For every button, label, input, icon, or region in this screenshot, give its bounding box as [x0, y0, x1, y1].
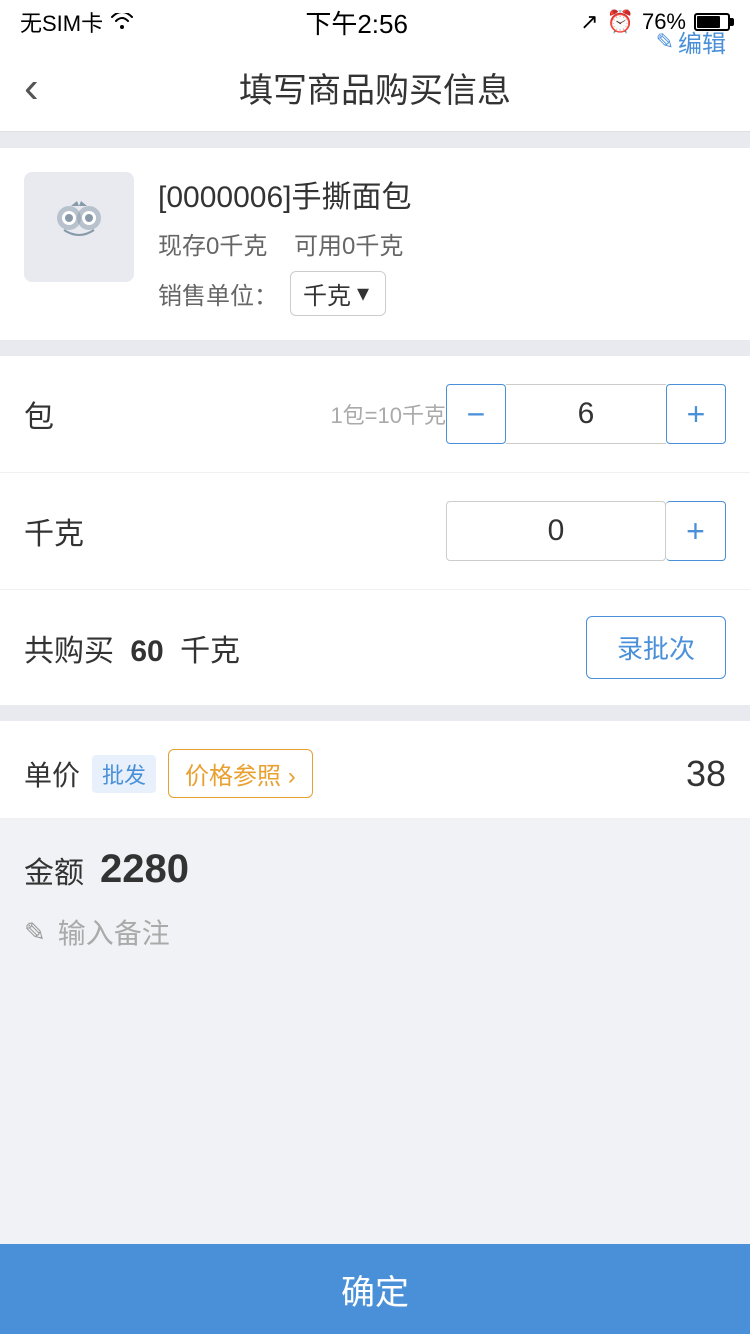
package-input-row: 包 1包=10千克 − + — [0, 356, 750, 473]
confirm-bar[interactable]: 确定 — [0, 1244, 750, 1334]
top-divider — [0, 132, 750, 148]
product-stock: 现存0千克 可用0千克 — [158, 226, 726, 261]
kg-quantity-control: + — [446, 501, 726, 561]
kg-label: 千克 — [24, 518, 84, 551]
amount-row: 金额 2280 — [24, 847, 726, 892]
product-card: [0000006]手撕面包 现存0千克 可用0千克 销售单位： 千克 ▾ ✎ 编… — [0, 148, 750, 340]
back-button[interactable]: ‹ — [24, 63, 39, 113]
remark-placeholder: 输入备注 — [58, 912, 170, 952]
status-carrier: 无SIM卡 — [20, 6, 133, 38]
page-title: 填写商品购买信息 — [239, 63, 511, 112]
unit-value: 千克 — [303, 276, 351, 311]
amount-label: 金额 — [24, 848, 84, 892]
package-plus-button[interactable]: + — [666, 384, 726, 444]
wifi-icon — [111, 9, 133, 35]
package-sublabel: 1包=10千克 — [330, 398, 446, 430]
kg-qty-input[interactable] — [446, 501, 666, 561]
product-unit-row: 销售单位： 千克 ▾ — [158, 271, 726, 316]
package-label: 包 — [24, 392, 314, 436]
price-label-text: 单价 — [24, 754, 80, 794]
price-label-group: 单价 批发 价格参照 › — [24, 749, 313, 798]
package-qty-input[interactable] — [506, 384, 666, 444]
package-minus-button[interactable]: − — [446, 384, 506, 444]
total-row: 共购买 60 千克 录批次 — [0, 590, 750, 705]
product-info: [0000006]手撕面包 现存0千克 可用0千克 销售单位： 千克 ▾ — [158, 172, 726, 316]
empty-space — [0, 972, 750, 1272]
edit-label: 编辑 — [678, 24, 726, 59]
pencil-icon: ✎ — [24, 917, 46, 948]
price-row: 单价 批发 价格参照 › 38 — [24, 749, 726, 798]
package-quantity-control: − + — [446, 384, 726, 444]
kg-input-row: 千克 + — [0, 473, 750, 590]
mid-divider-2 — [0, 705, 750, 721]
status-bar: 无SIM卡 下午2:56 ↗ ⏰ 76% — [0, 0, 750, 44]
unit-dropdown[interactable]: 千克 ▾ — [290, 271, 386, 316]
product-image — [24, 172, 134, 282]
input-section: 包 1包=10千克 − + 千克 + — [0, 356, 750, 590]
kg-plus-button[interactable]: + — [666, 501, 726, 561]
confirm-button-text: 确定 — [341, 1265, 409, 1314]
price-tag: 批发 — [92, 755, 156, 793]
price-section: 单价 批发 价格参照 › 38 — [0, 721, 750, 819]
total-text: 共购买 60 千克 — [24, 626, 240, 670]
batch-button[interactable]: 录批次 — [586, 616, 726, 679]
mid-divider-1 — [0, 340, 750, 356]
product-name: [0000006]手撕面包 — [158, 172, 726, 216]
dropdown-arrow-icon: ▾ — [357, 279, 369, 308]
product-logo-icon — [49, 196, 109, 258]
remark-row[interactable]: ✎ 输入备注 — [24, 912, 726, 952]
location-icon: ↗ — [580, 9, 598, 35]
price-ref-button[interactable]: 价格参照 › — [168, 749, 313, 798]
edit-icon: ✎ — [656, 29, 674, 55]
status-time: 下午2:56 — [305, 4, 408, 41]
carrier-text: 无SIM卡 — [20, 6, 103, 38]
price-value: 38 — [686, 753, 726, 795]
amount-value: 2280 — [100, 847, 189, 892]
nav-bar: ‹ 填写商品购买信息 — [0, 44, 750, 132]
alarm-icon: ⏰ — [607, 9, 634, 35]
edit-link[interactable]: ✎ 编辑 — [656, 24, 726, 59]
amount-section: 金额 2280 ✎ 输入备注 — [0, 819, 750, 972]
